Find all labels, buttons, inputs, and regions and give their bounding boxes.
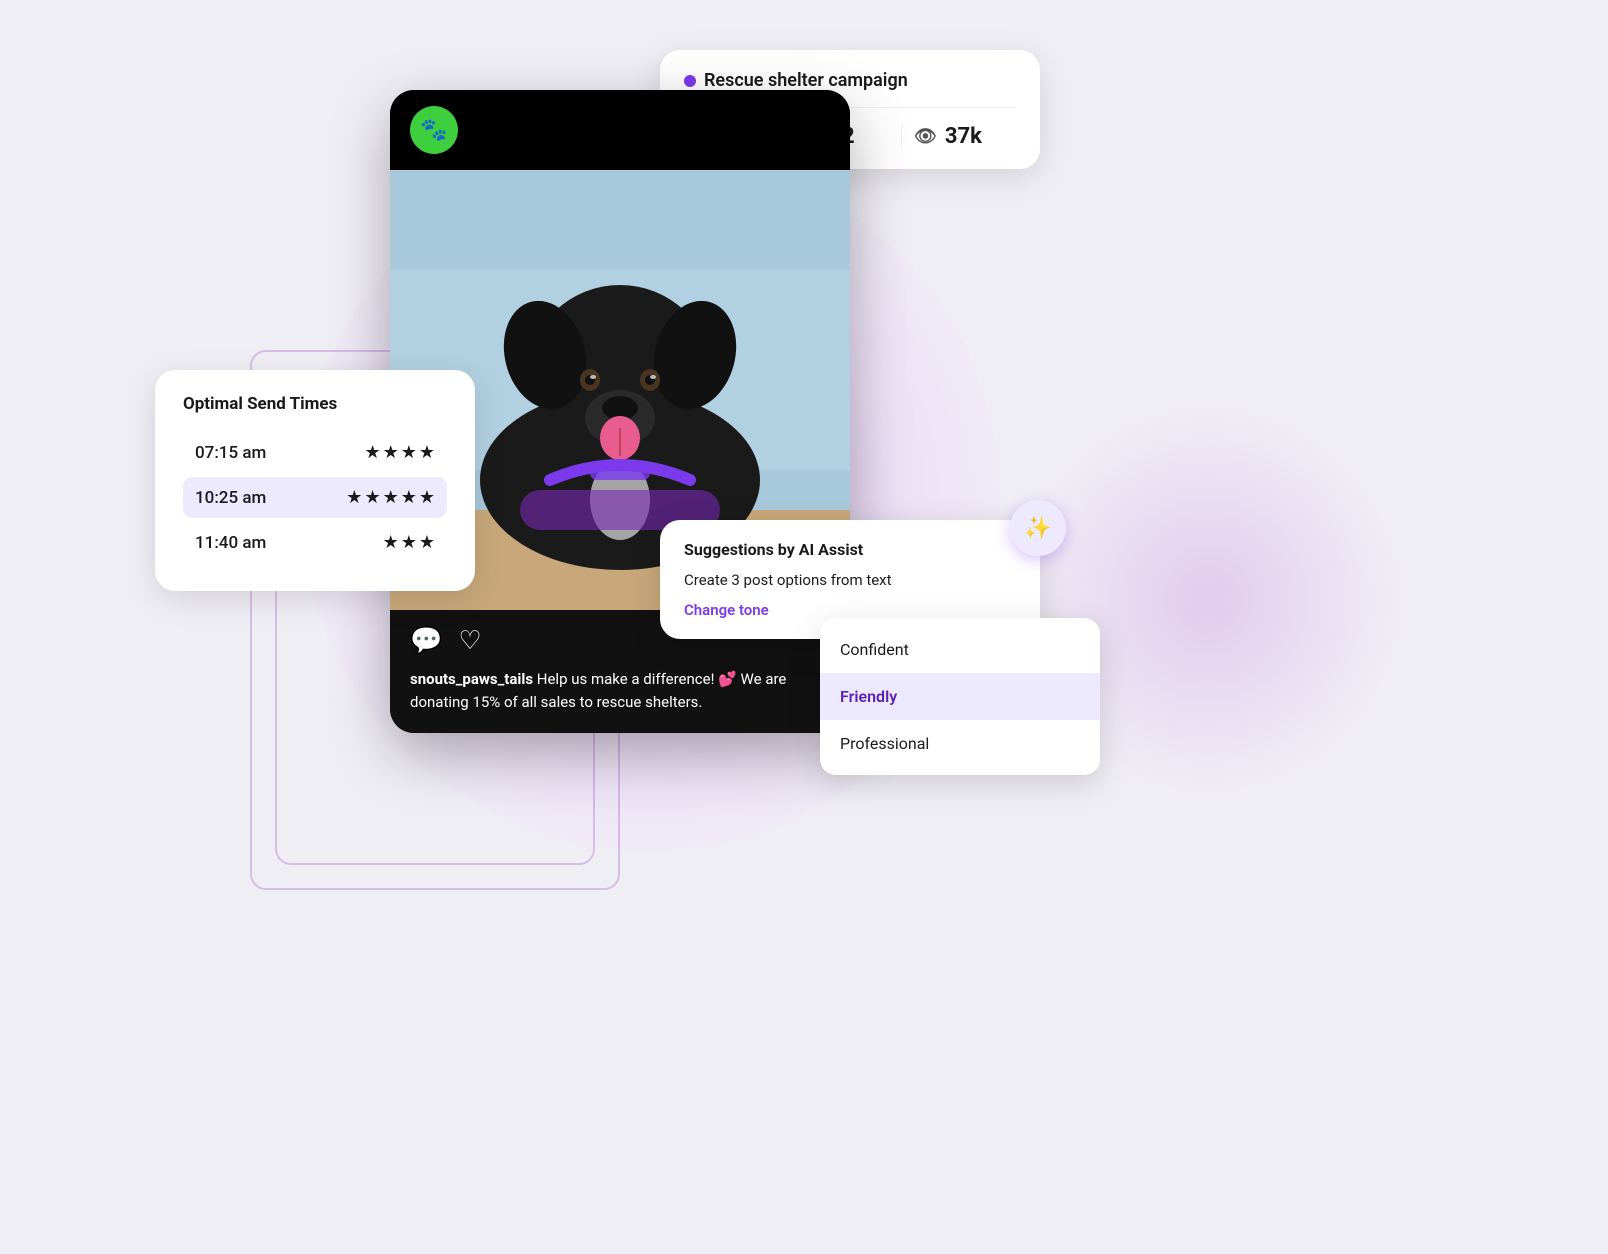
post-card-header: 🐾 [390,90,850,170]
campaign-title: Rescue shelter campaign [684,70,1016,91]
time-row-2[interactable]: 10:25 am ★ ★ ★ ★ ★ [183,477,447,518]
campaign-title-text: Rescue shelter campaign [704,70,908,91]
time-label-2: 10:25 am [195,488,266,508]
send-times-card: Optimal Send Times 07:15 am ★ ★ ★ ★ 10:2… [155,370,475,591]
star: ★ [383,442,399,463]
post-username: snouts_paws_tails [410,670,533,688]
star: ★ [419,442,435,463]
star: ★ [364,442,380,463]
stat-views-value: 37k [945,124,982,149]
tone-item-professional[interactable]: Professional [820,720,1100,767]
time-label-3: 11:40 am [195,533,266,553]
tone-dropdown: Confident Friendly Professional [820,618,1100,775]
time-row-1[interactable]: 07:15 am ★ ★ ★ ★ [183,432,447,473]
star: ★ [401,487,417,508]
time-label-1: 07:15 am [195,443,266,463]
star: ★ [419,532,435,553]
stars-2: ★ ★ ★ ★ ★ [346,487,435,508]
ai-card-title: Suggestions by AI Assist [684,540,1016,559]
campaign-dot [684,75,696,87]
tone-confident-label: Confident [840,640,909,659]
tone-professional-label: Professional [840,734,929,753]
star: ★ [401,532,417,553]
stars-1: ★ ★ ★ ★ [364,442,435,463]
star: ★ [401,442,417,463]
tone-friendly-label: Friendly [840,687,897,706]
eye-icon: 👁 [914,126,937,147]
ai-change-tone[interactable]: Change tone [684,601,1016,619]
star: ★ [346,487,362,508]
star: ★ [419,487,435,508]
time-row-3[interactable]: 11:40 am ★ ★ ★ [183,522,447,563]
tone-item-confident[interactable]: Confident [820,626,1100,673]
tone-item-friendly[interactable]: Friendly [820,673,1100,720]
star: ★ [383,487,399,508]
app-logo: 🐾 [410,106,458,154]
like-icon[interactable]: ♡ [458,626,481,656]
app-logo-icon: 🐾 [420,118,447,143]
comment-icon[interactable]: 💬 [410,626,442,656]
send-times-title: Optimal Send Times [183,394,447,414]
ai-create-post-option[interactable]: Create 3 post options from text [684,571,1016,589]
ai-sparkle-icon: ✨ [1024,516,1051,541]
star: ★ [383,532,399,553]
star: ★ [364,487,380,508]
post-caption: snouts_paws_tails Help us make a differe… [410,668,830,713]
stat-views: 👁 37k [902,124,1016,149]
ai-float-button[interactable]: ✨ [1010,500,1066,556]
stars-3: ★ ★ ★ [383,532,435,553]
